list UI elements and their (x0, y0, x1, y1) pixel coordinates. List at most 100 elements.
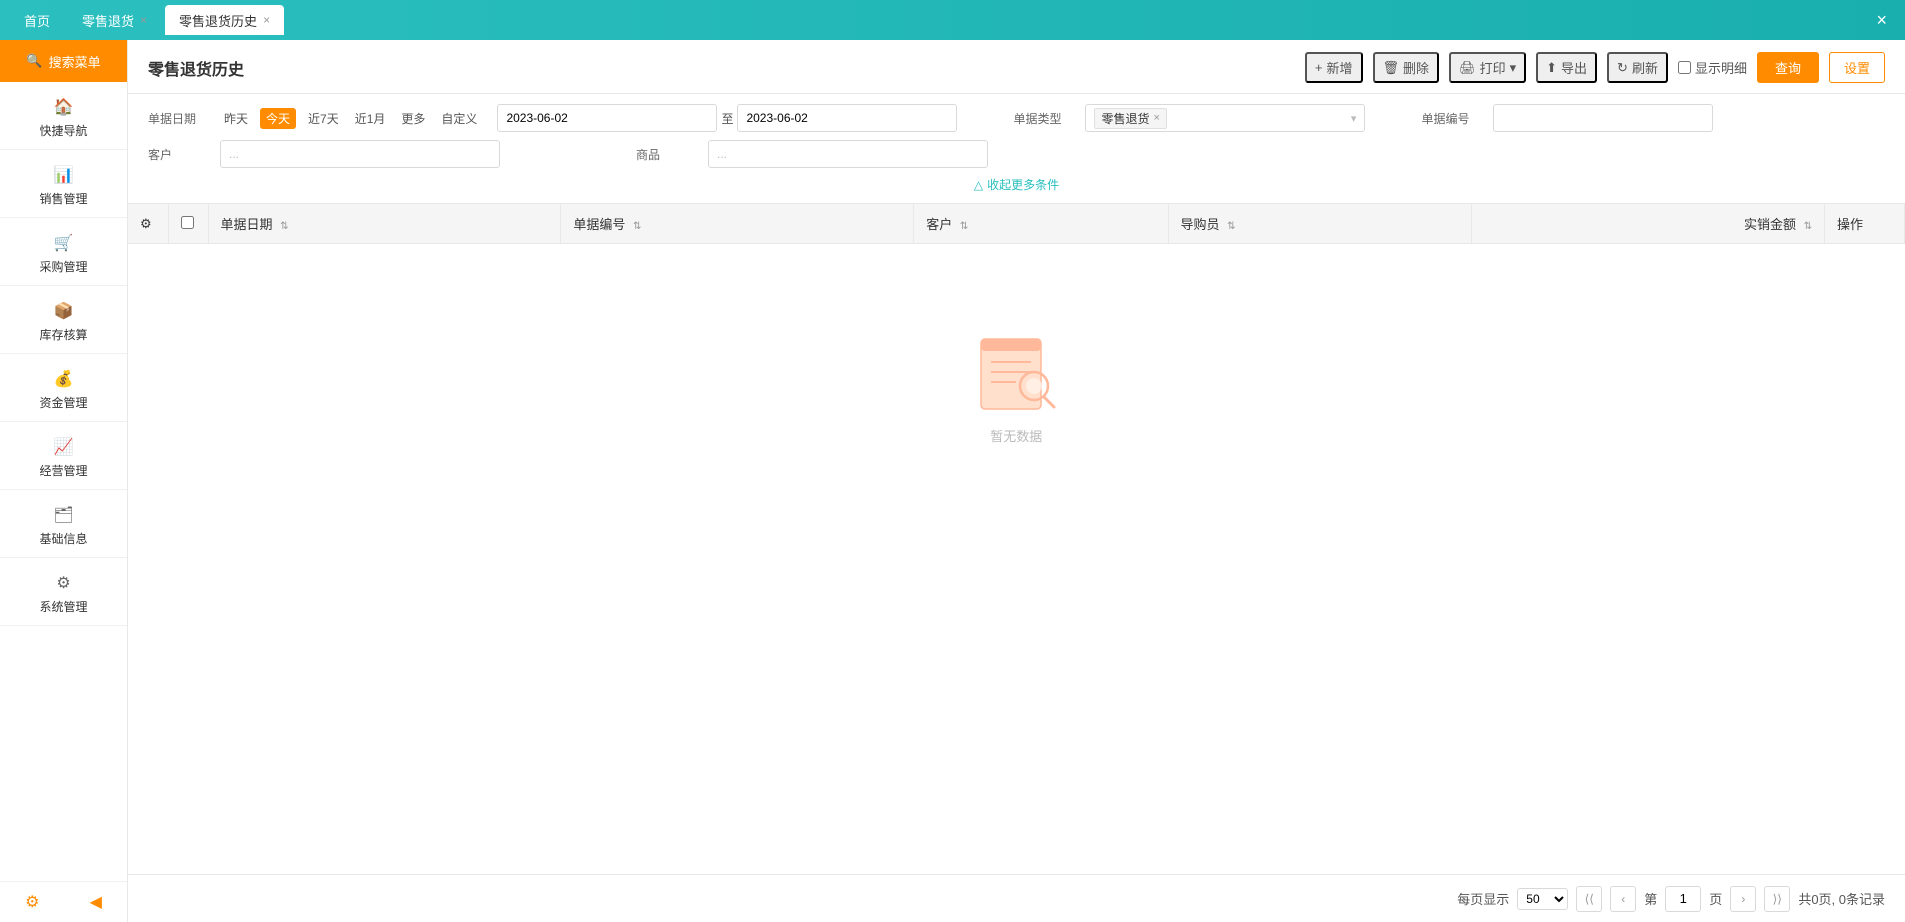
th-amount-sort-icon: ⇅ (1804, 221, 1812, 232)
page-title: 零售退货历史 (148, 56, 244, 80)
home-tab-label: 首页 (24, 11, 50, 30)
home-tab[interactable]: 首页 (10, 5, 64, 35)
date-separator: 至 (721, 110, 733, 127)
content-area: 零售退货历史 + 新增 🗑 删除 🖨 打印 ▾ (128, 40, 1905, 922)
th-checkbox[interactable] (168, 204, 208, 244)
goods-placeholder: ... (717, 147, 727, 161)
collapse-button[interactable]: △ 收起更多条件 (974, 176, 1059, 193)
empty-state: 暂无数据 (128, 244, 1905, 525)
date-filter-label: 单据日期 (148, 110, 204, 127)
filter-row-1: 单据日期 昨天 今天 近7天 近1月 更多 自定义 至 单据类型 (148, 104, 1885, 132)
sidebar-item-operations[interactable]: 📈 经营管理 (0, 422, 127, 490)
type-filter-input[interactable]: 零售退货 × ▾ (1085, 104, 1365, 132)
th-customer[interactable]: 客户 ⇅ (914, 204, 1168, 244)
customer-filter-input[interactable]: ... (220, 140, 500, 168)
last-page-button[interactable]: ⟩⟩ (1764, 886, 1790, 912)
refresh-icon: ↻ (1617, 60, 1628, 76)
customer-placeholder: ... (229, 147, 239, 161)
refresh-label: 刷新 (1632, 58, 1658, 77)
th-date-sort-icon: ⇅ (280, 221, 288, 232)
date-end-input[interactable] (737, 104, 957, 132)
th-guide[interactable]: 导购员 ⇅ (1168, 204, 1472, 244)
select-all-checkbox[interactable] (181, 216, 194, 229)
sidebar-item-finance[interactable]: 💰 资金管理 (0, 354, 127, 422)
sidebar-item-sales[interactable]: 📊 销售管理 (0, 150, 127, 218)
sidebar-item-basic-info[interactable]: 🗂 基础信息 (0, 490, 127, 558)
sidebar-item-quick-nav[interactable]: 🏠 快捷导航 (0, 82, 127, 150)
prev-page-button[interactable]: ‹ (1610, 886, 1636, 912)
goods-filter-input[interactable]: ... (708, 140, 988, 168)
refresh-button[interactable]: ↻ 刷新 (1607, 52, 1668, 83)
th-number[interactable]: 单据编号 ⇅ (561, 204, 914, 244)
number-filter-label: 单据编号 (1421, 110, 1477, 127)
basic-info-icon: 🗂 (53, 504, 75, 526)
th-guide-sort-icon: ⇅ (1227, 221, 1235, 232)
tab-retail-return-history[interactable]: 零售退货历史 × (165, 5, 284, 35)
th-number-sort-icon: ⇅ (633, 221, 641, 232)
date-opt-1month[interactable]: 近1月 (351, 108, 390, 129)
th-amount[interactable]: 实销金额 ⇅ (1472, 204, 1825, 244)
th-customer-sort-icon: ⇅ (960, 221, 968, 232)
per-page-select[interactable]: 50 20 100 (1517, 888, 1568, 910)
th-settings[interactable]: ⚙ (128, 204, 168, 244)
page-unit: 页 (1709, 889, 1722, 908)
type-filter-label: 单据类型 (1013, 110, 1069, 127)
tab-retail-return[interactable]: 零售退货 × (68, 5, 161, 35)
type-tag-close[interactable]: × (1153, 112, 1159, 124)
sidebar-item-inventory[interactable]: 📦 库存核算 (0, 286, 127, 354)
total-records: 共0页, 0条记录 (1798, 889, 1885, 908)
customer-filter-label: 客户 (148, 146, 204, 163)
sidebar-search[interactable]: 🔍 搜索菜单 (0, 40, 127, 82)
sidebar-item-inventory-label: 库存核算 (39, 326, 87, 343)
date-start-input[interactable] (497, 104, 717, 132)
purchase-icon: 🛒 (53, 232, 75, 254)
print-label: 打印 (1480, 58, 1506, 77)
sidebar-item-system[interactable]: ⚙ 系统管理 (0, 558, 127, 626)
tab-retail-return-close[interactable]: × (140, 13, 147, 27)
type-tag-label: 零售退货 (1101, 110, 1149, 127)
collapse-label: 收起更多条件 (987, 176, 1059, 193)
date-opt-7days[interactable]: 近7天 (304, 108, 343, 129)
settings-button[interactable]: 设置 (1829, 52, 1885, 83)
show-detail-checkbox[interactable]: 显示明细 (1678, 58, 1747, 77)
sidebar-item-operations-label: 经营管理 (39, 462, 87, 479)
th-number-label: 单据编号 (573, 217, 625, 232)
sidebar: 🔍 搜索菜单 🏠 快捷导航 📊 销售管理 🛒 采购管理 📦 库存核算 💰 资金管… (0, 40, 128, 922)
per-page-label: 每页显示 (1457, 889, 1509, 908)
settings-bottom-icon[interactable]: ⚙ (25, 892, 39, 912)
show-detail-label: 显示明细 (1695, 58, 1747, 77)
top-bar: 首页 零售退货 × 零售退货历史 × × (0, 0, 1905, 40)
date-options: 昨天 今天 近7天 近1月 更多 自定义 (220, 108, 481, 129)
first-page-button[interactable]: ⟨⟨ (1576, 886, 1602, 912)
query-button[interactable]: 查询 (1757, 52, 1819, 83)
filter-row-2: 客户 ... 商品 ... (148, 140, 1885, 168)
print-button[interactable]: 🖨 打印 ▾ (1449, 52, 1526, 83)
next-page-button[interactable]: › (1730, 886, 1756, 912)
date-opt-more[interactable]: 更多 (397, 108, 429, 129)
delete-button[interactable]: 🗑 删除 (1373, 52, 1440, 83)
sidebar-bottom: ⚙ ◀ (0, 881, 127, 922)
date-opt-today[interactable]: 今天 (260, 108, 296, 129)
date-opt-custom[interactable]: 自定义 (437, 108, 481, 129)
window-close-button[interactable]: × (1868, 10, 1895, 31)
number-filter-input[interactable] (1493, 104, 1713, 132)
tab-retail-return-label: 零售退货 (82, 11, 134, 30)
date-opt-yesterday[interactable]: 昨天 (220, 108, 252, 129)
delete-icon: 🗑 (1383, 60, 1400, 76)
new-button[interactable]: + 新增 (1305, 52, 1363, 83)
sidebar-item-purchase[interactable]: 🛒 采购管理 (0, 218, 127, 286)
collapse-icon: △ (974, 178, 983, 192)
th-date[interactable]: 单据日期 ⇅ (208, 204, 561, 244)
th-actions: 操作 (1825, 204, 1905, 244)
export-button[interactable]: ⬆ 导出 (1536, 52, 1597, 83)
th-customer-label: 客户 (926, 217, 952, 232)
collapse-sidebar-icon[interactable]: ◀ (90, 892, 102, 912)
th-actions-label: 操作 (1837, 217, 1863, 232)
tab-retail-return-history-close[interactable]: × (263, 13, 270, 27)
sidebar-search-label: 搜索菜单 (49, 52, 101, 71)
sidebar-item-basic-info-label: 基础信息 (39, 530, 87, 547)
settings-icon: ⚙ (140, 216, 152, 231)
type-dropdown-chevron: ▾ (1351, 112, 1357, 125)
page-number-input[interactable] (1665, 886, 1701, 912)
show-detail-input[interactable] (1678, 61, 1691, 74)
